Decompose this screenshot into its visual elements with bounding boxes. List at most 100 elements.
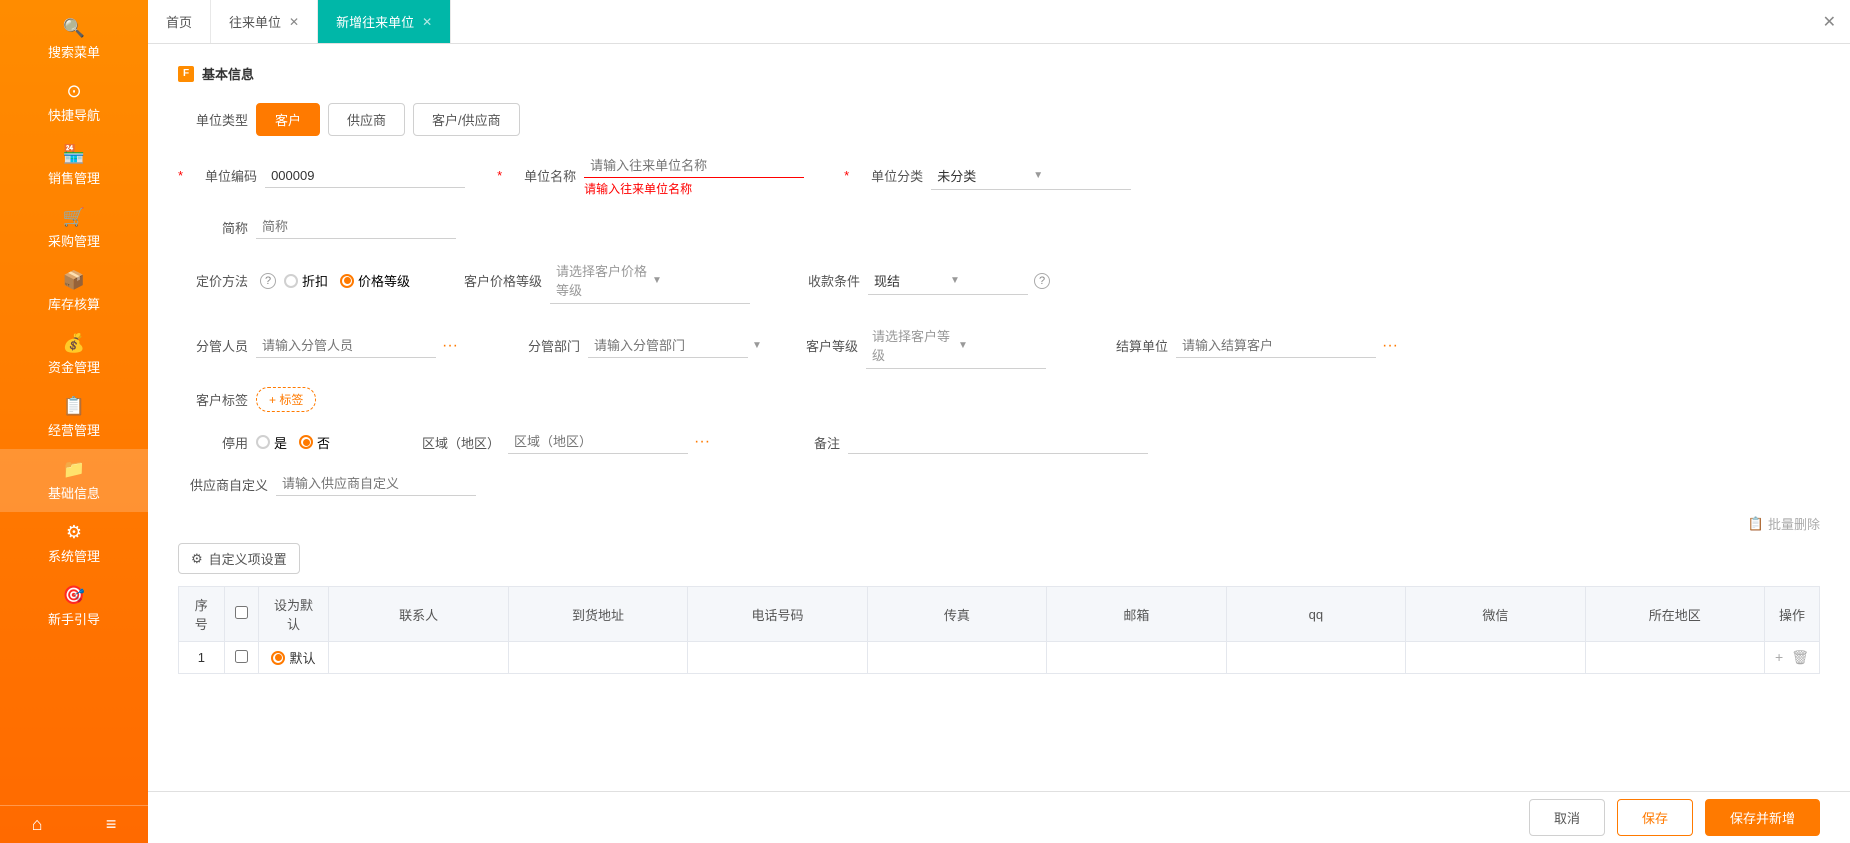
bottom-bar: 取消 保存 保存并新增: [148, 791, 1850, 843]
chevron-customer-icon: ▼: [652, 275, 744, 286]
supplier-custom-input[interactable]: [276, 472, 476, 496]
short-name-input[interactable]: [256, 215, 456, 239]
unit-name-input[interactable]: [584, 154, 804, 178]
tab-partners-close[interactable]: ✕: [289, 16, 299, 28]
settlement-more-icon[interactable]: ···: [1382, 337, 1398, 355]
unit-category-required: *: [844, 168, 849, 183]
settings-gear-icon: ⚙: [191, 551, 203, 567]
row-action: + 🗑: [1765, 642, 1820, 674]
select-all-checkbox[interactable]: [235, 606, 248, 619]
custom-settings-btn[interactable]: ⚙ 自定义项设置: [178, 543, 300, 574]
btn-both[interactable]: 客户/供应商: [413, 103, 520, 136]
pricing-help-icon[interactable]: ?: [260, 273, 276, 289]
sidebar-item-finance[interactable]: 💰 资金管理: [0, 323, 148, 386]
sidebar-item-search[interactable]: 🔍 搜索菜单: [0, 8, 148, 71]
unit-category-select[interactable]: 未分类 ▼: [931, 162, 1131, 190]
row-email-input[interactable]: [1057, 650, 1215, 665]
cancel-button[interactable]: 取消: [1529, 799, 1605, 836]
row-contact[interactable]: [329, 642, 508, 674]
form-area: F 基本信息 单位类型 客户 供应商 客户/供应商 * 单位编码 * 单位名称: [148, 44, 1850, 791]
pricing-discount-radio[interactable]: 折扣: [284, 271, 328, 290]
row-region[interactable]: [1585, 642, 1764, 674]
dept-dropdown[interactable]: ▼: [748, 340, 768, 351]
row-action-icons: + 🗑: [1775, 649, 1809, 666]
sidebar-item-purchase[interactable]: 🛒 采购管理: [0, 197, 148, 260]
sidebar-item-system[interactable]: ⚙ 系统管理: [0, 512, 148, 575]
save-new-button[interactable]: 保存并新增: [1705, 799, 1820, 836]
disabled-yes-radio[interactable]: 是: [256, 433, 287, 452]
sales-icon: 🏪: [63, 144, 85, 165]
row-checkbox[interactable]: [224, 642, 258, 674]
row-contact-input[interactable]: [339, 650, 497, 665]
col-contact: 联系人: [329, 587, 508, 642]
sidebar-item-nav[interactable]: ⊙ 快捷导航: [0, 71, 148, 134]
region-col: 区域（地区） ···: [422, 430, 710, 454]
row-email[interactable]: [1047, 642, 1226, 674]
tab-partners-label: 往来单位: [229, 12, 281, 31]
payment-select[interactable]: 现结 ▼: [868, 267, 1028, 295]
btn-supplier[interactable]: 供应商: [328, 103, 405, 136]
payment-value: 现结: [874, 271, 946, 290]
row-wechat[interactable]: [1406, 642, 1585, 674]
remark-input[interactable]: [848, 430, 1148, 454]
row-wechat-input[interactable]: [1416, 650, 1574, 665]
manager-more-icon[interactable]: ···: [442, 337, 458, 355]
dept-input[interactable]: [588, 334, 748, 358]
section-icon: F: [178, 66, 194, 82]
disabled-no-radio[interactable]: 否: [299, 433, 330, 452]
row-fax[interactable]: [867, 642, 1046, 674]
btn-customer[interactable]: 客户: [256, 103, 320, 136]
pricing-col: 定价方法 ? 折扣 价格等级: [178, 271, 410, 290]
payment-help-icon[interactable]: ?: [1034, 273, 1050, 289]
expand-icon[interactable]: ≡: [106, 814, 117, 835]
unit-code-input[interactable]: [265, 164, 465, 188]
search-icon: 🔍: [63, 18, 85, 39]
pricing-price-level-radio[interactable]: 价格等级: [340, 271, 410, 290]
sidebar-item-sales[interactable]: 🏪 销售管理: [0, 134, 148, 197]
unit-code-required: *: [178, 168, 183, 183]
sidebar-item-guide[interactable]: 🎯 新手引导: [0, 575, 148, 638]
tab-home[interactable]: 首页: [148, 0, 211, 43]
payment-col: 收款条件 现结 ▼ ?: [790, 267, 1050, 295]
disabled-col: 停用 是 否: [178, 433, 330, 452]
row-qq[interactable]: [1226, 642, 1406, 674]
col-checkbox[interactable]: [224, 587, 258, 642]
tab-new-partner-close[interactable]: ✕: [422, 16, 432, 28]
dept-col: 分管部门 ▼: [510, 334, 768, 358]
tab-partners[interactable]: 往来单位 ✕: [211, 0, 318, 43]
home-icon[interactable]: ⌂: [32, 814, 43, 835]
region-more-icon[interactable]: ···: [694, 433, 710, 451]
row-add-icon[interactable]: +: [1775, 649, 1783, 666]
col-address: 到货地址: [508, 587, 687, 642]
row-fax-input[interactable]: [878, 650, 1036, 665]
system-icon: ⚙: [66, 522, 82, 543]
row-qq-input[interactable]: [1237, 650, 1396, 665]
col-qq: qq: [1226, 587, 1406, 642]
save-button[interactable]: 保存: [1617, 799, 1693, 836]
region-input[interactable]: [508, 430, 688, 454]
tab-new-partner[interactable]: 新增往来单位 ✕: [318, 0, 451, 43]
row-address-input[interactable]: [519, 650, 677, 665]
sidebar-item-management[interactable]: 📋 经营管理: [0, 386, 148, 449]
manager-input[interactable]: [256, 334, 436, 358]
row-phone-input[interactable]: [698, 650, 856, 665]
tab-home-label: 首页: [166, 12, 192, 31]
unit-name-error-msg: 请输入往来单位名称: [584, 180, 804, 197]
row-delete-icon[interactable]: 🗑: [1791, 649, 1809, 666]
disabled-yes-label: 是: [274, 433, 287, 452]
sidebar-item-basic[interactable]: 📁 基础信息: [0, 449, 148, 512]
customer-level-select[interactable]: 请选择客户等级 ▼: [866, 322, 1046, 369]
sidebar-item-inventory[interactable]: 📦 库存核算: [0, 260, 148, 323]
settlement-input[interactable]: [1176, 334, 1376, 358]
unit-name-label: 单位名称: [506, 166, 576, 185]
add-tag-btn[interactable]: + 标签: [256, 387, 316, 412]
supplier-custom-row: 供应商自定义: [178, 472, 1820, 496]
row-address[interactable]: [508, 642, 687, 674]
row-region-input[interactable]: [1596, 650, 1754, 665]
batch-delete-btn[interactable]: 📋 批量删除: [1748, 514, 1820, 533]
row-phone[interactable]: [688, 642, 867, 674]
row-default-radio[interactable]: 默认: [269, 648, 319, 667]
row-checkbox-input[interactable]: [235, 650, 248, 663]
global-close-btn[interactable]: ✕: [1809, 0, 1850, 43]
customer-price-select[interactable]: 请选择客户价格等级 ▼: [550, 257, 750, 304]
